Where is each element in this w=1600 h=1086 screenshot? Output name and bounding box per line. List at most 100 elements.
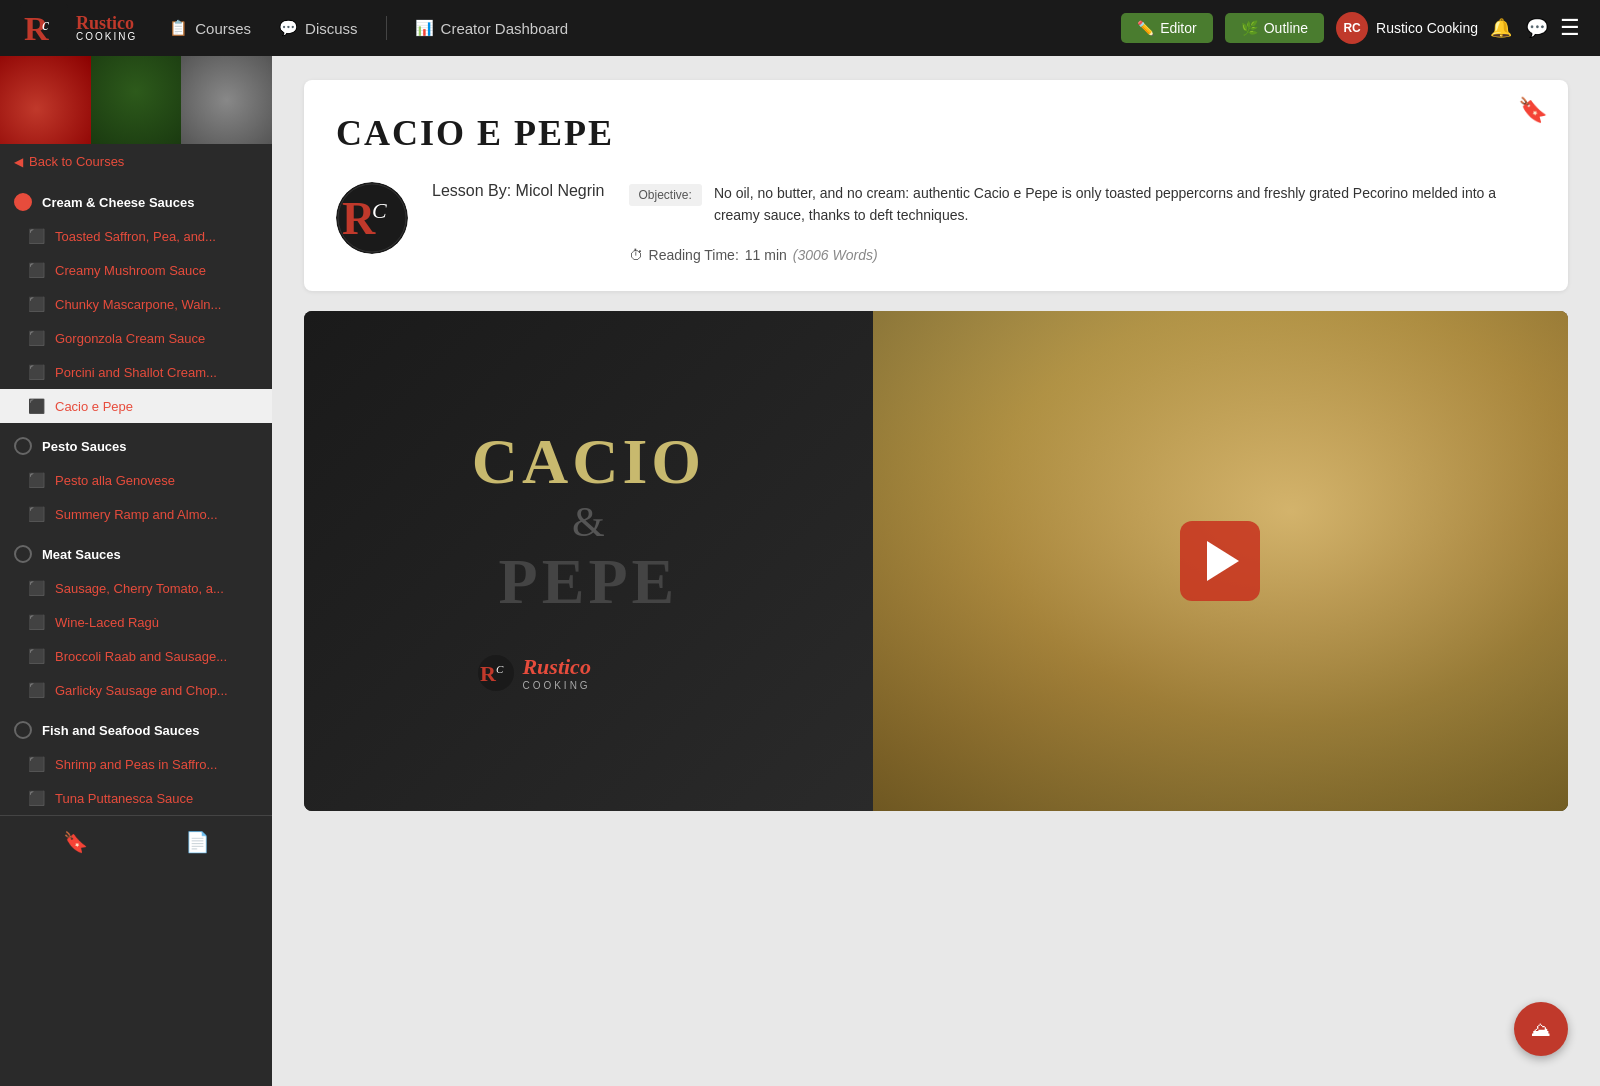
lesson-sausage-cherry-label: Sausage, Cherry Tomato, a... (55, 581, 224, 596)
objective-box: Objective: No oil, no butter, and no cre… (629, 182, 1536, 263)
section-cream-cheese: Cream & Cheese Sauces (0, 179, 272, 219)
lesson-broccoli-raab[interactable]: ⬛ Broccoli Raab and Sausage... (0, 639, 272, 673)
rc-logo-svg: R C (336, 182, 408, 254)
lesson-cacio-pepe[interactable]: ⬛ Cacio e Pepe (0, 389, 272, 423)
lesson-pesto-genovese[interactable]: ⬛ Pesto alla Genovese (0, 463, 272, 497)
nav-divider (386, 16, 387, 40)
main-content: 🔖 Cacio e Pepe R C Lesson By: Micol Negr… (272, 56, 1600, 1086)
lesson-meta: R C Lesson By: Micol Negrin Objective: N… (336, 182, 1536, 263)
section-meat: Meat Sauces (0, 531, 272, 571)
video-thumbnail[interactable] (873, 311, 1568, 811)
mountain-icon: ⛰ (1531, 1018, 1551, 1041)
back-arrow-icon: ◀ (14, 155, 23, 169)
lesson-chunky-mascarpone[interactable]: ⬛ Chunky Mascarpone, Waln... (0, 287, 272, 321)
film-icon-2: ⬛ (28, 262, 45, 278)
section-pesto: Pesto Sauces (0, 423, 272, 463)
nav-creator-dashboard[interactable]: 📊 Creator Dashboard (415, 19, 569, 37)
video-cacio-text: CACIO (472, 430, 705, 494)
lesson-cacio-pepe-label: Cacio e Pepe (55, 399, 133, 414)
fab-button[interactable]: ⛰ (1514, 1002, 1568, 1056)
lesson-summery-ramp-label: Summery Ramp and Almo... (55, 507, 218, 522)
dashboard-icon: 📊 (415, 19, 434, 37)
notification-icon[interactable]: 🔔 (1490, 17, 1512, 39)
clock-icon: ⏱ (629, 247, 643, 263)
video-pepe-text: PEPE (472, 550, 705, 614)
nav-discuss[interactable]: 💬 Discuss (279, 19, 358, 37)
bookmark-icon[interactable]: 🔖 (1518, 96, 1548, 124)
reading-words: (3006 Words) (793, 247, 878, 263)
sidebar-scroll: Cream & Cheese Sauces ⬛ Toasted Saffron,… (0, 179, 272, 815)
section-meat-label: Meat Sauces (42, 547, 121, 562)
header-user: RC Rustico Cooking (1336, 12, 1478, 44)
outline-icon: 🌿 (1241, 20, 1258, 36)
section-pesto-label: Pesto Sauces (42, 439, 127, 454)
lesson-garlicky-sausage[interactable]: ⬛ Garlicky Sausage and Chop... (0, 673, 272, 707)
lesson-tuna-puttanesca[interactable]: ⬛ Tuna Puttanesca Sauce (0, 781, 272, 815)
section-dot-pesto (14, 437, 32, 455)
outline-label: Outline (1264, 20, 1308, 36)
avatar: RC (1336, 12, 1368, 44)
header: R c Rustico cooking 📋 Courses 💬 Discuss … (0, 0, 1600, 56)
document-footer-icon[interactable]: 📄 (185, 830, 210, 854)
lesson-gorgonzola[interactable]: ⬛ Gorgonzola Cream Sauce (0, 321, 272, 355)
section-dot-active (14, 193, 32, 211)
username-label: Rustico Cooking (1376, 20, 1478, 36)
nav-courses[interactable]: 📋 Courses (169, 19, 251, 37)
hero-image-2 (91, 56, 182, 144)
lesson-gorgonzola-label: Gorgonzola Cream Sauce (55, 331, 205, 346)
svg-text:R: R (342, 193, 376, 244)
section-fish-label: Fish and Seafood Sauces (42, 723, 200, 738)
film-icon-3: ⬛ (28, 296, 45, 312)
hamburger-icon[interactable]: ☰ (1560, 15, 1580, 41)
sidebar-footer: 🔖 📄 (0, 815, 272, 868)
instructor-name: Lesson By: Micol Negrin (432, 182, 605, 200)
lesson-toasted-saffron[interactable]: ⬛ Toasted Saffron, Pea, and... (0, 219, 272, 253)
section-cream-cheese-label: Cream & Cheese Sauces (42, 195, 194, 210)
lesson-creamy-mushroom-label: Creamy Mushroom Sauce (55, 263, 206, 278)
video-logo-text: Rustico cooking (522, 654, 590, 691)
lesson-card: 🔖 Cacio e Pepe R C Lesson By: Micol Negr… (304, 80, 1568, 291)
instructor-info: Lesson By: Micol Negrin (432, 182, 605, 200)
lesson-wine-ragu[interactable]: ⬛ Wine-Laced Ragù (0, 605, 272, 639)
sidebar-hero (0, 56, 272, 144)
pencil-icon: ✏️ (1137, 20, 1154, 36)
lesson-sausage-cherry[interactable]: ⬛ Sausage, Cherry Tomato, a... (0, 571, 272, 605)
message-icon[interactable]: 💬 (1526, 17, 1548, 39)
video-logo-rustico: Rustico (522, 654, 590, 680)
video-container[interactable]: CACIO & PEPE R C Rustico cooking (304, 311, 1568, 811)
video-title-panel: CACIO & PEPE R C Rustico cooking (304, 311, 873, 811)
section-fish: Fish and Seafood Sauces (0, 707, 272, 747)
film-icon-8: ⬛ (28, 506, 45, 522)
sidebar: ◀ Back to Courses Cream & Cheese Sauces … (0, 56, 272, 1086)
film-icon-13: ⬛ (28, 756, 45, 772)
header-icons: 🔔 💬 (1490, 17, 1548, 39)
lesson-title: Cacio e Pepe (336, 112, 1536, 154)
back-to-courses[interactable]: ◀ Back to Courses (0, 144, 272, 179)
editor-button[interactable]: ✏️ Editor (1121, 13, 1213, 43)
video-rc-logo: R C (478, 655, 514, 691)
lesson-summery-ramp[interactable]: ⬛ Summery Ramp and Almo... (0, 497, 272, 531)
film-icon-11: ⬛ (28, 648, 45, 664)
outline-button[interactable]: 🌿 Outline (1225, 13, 1324, 43)
film-icon: ⬛ (28, 228, 45, 244)
lesson-broccoli-raab-label: Broccoli Raab and Sausage... (55, 649, 227, 664)
nav-discuss-label: Discuss (305, 20, 358, 37)
lesson-porcini[interactable]: ⬛ Porcini and Shallot Cream... (0, 355, 272, 389)
svg-text:C: C (372, 198, 387, 223)
lesson-toasted-saffron-label: Toasted Saffron, Pea, and... (55, 229, 216, 244)
lesson-creamy-mushroom[interactable]: ⬛ Creamy Mushroom Sauce (0, 253, 272, 287)
hero-image-1 (0, 56, 91, 144)
lesson-tuna-puttanesca-label: Tuna Puttanesca Sauce (55, 791, 193, 806)
film-icon-7: ⬛ (28, 472, 45, 488)
film-icon-6: ⬛ (28, 398, 45, 414)
bookmark-footer-icon[interactable]: 🔖 (63, 830, 88, 854)
editor-label: Editor (1160, 20, 1197, 36)
hero-image-3 (181, 56, 272, 144)
film-icon-5: ⬛ (28, 364, 45, 380)
lesson-shrimp-peas[interactable]: ⬛ Shrimp and Peas in Saffro... (0, 747, 272, 781)
nav-courses-label: Courses (195, 20, 251, 37)
film-icon-9: ⬛ (28, 580, 45, 596)
nav-dashboard-label: Creator Dashboard (441, 20, 569, 37)
play-button[interactable] (1180, 521, 1260, 601)
logo[interactable]: R c Rustico cooking (20, 4, 137, 52)
